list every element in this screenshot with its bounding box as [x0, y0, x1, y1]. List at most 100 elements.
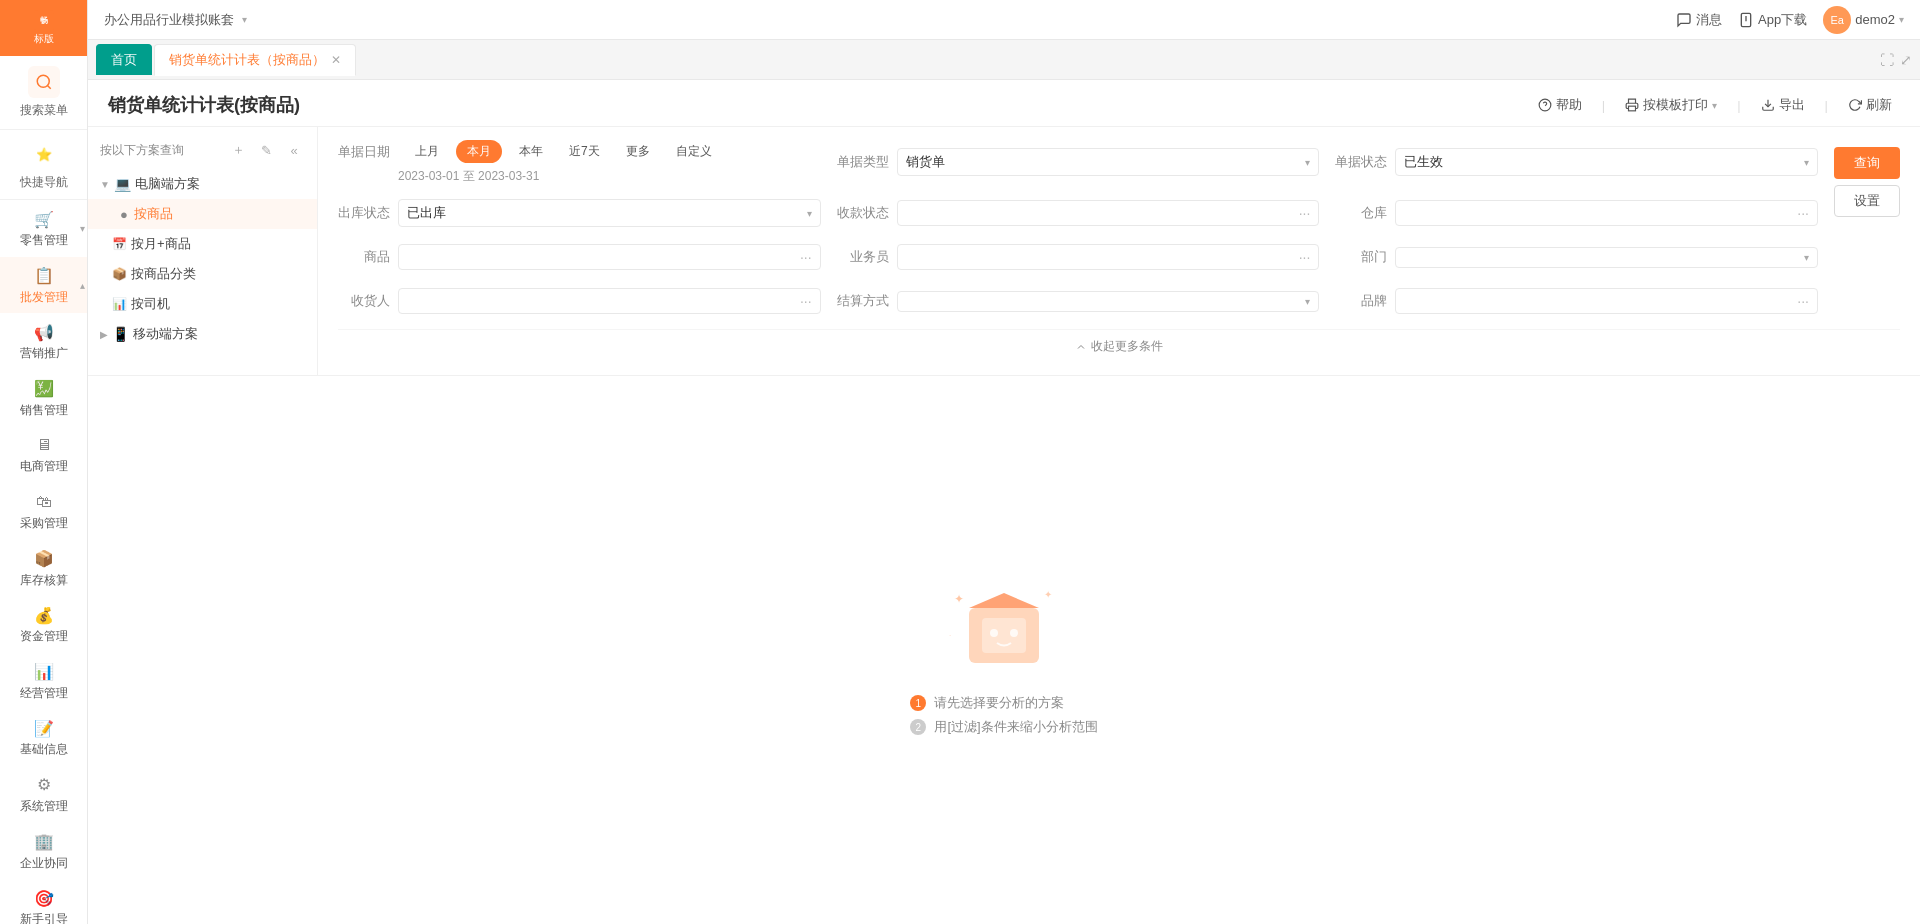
app-dropdown-arrow[interactable]: ▾: [242, 14, 247, 25]
out-status-select[interactable]: 已出库 ▾: [398, 199, 821, 227]
retail-arrow: ▾: [80, 223, 85, 234]
scheme-edit-icon[interactable]: ✎: [255, 139, 277, 161]
svg-point-12: [1010, 629, 1018, 637]
doc-status-select[interactable]: 已生效 ▾: [1395, 148, 1818, 176]
sidebar-item-system[interactable]: ⚙ 系统管理: [0, 766, 87, 823]
quick-nav-item[interactable]: ⭐ 快捷导航: [0, 130, 87, 200]
sidebar: 畅 标版 搜索菜单 ⭐ 快捷导航 🛒 零售管理 ▾ 📋 批发管理 ▴ 📢 营销推…: [0, 0, 88, 924]
page-content: 销货单统计计表(按商品) 帮助 | 按模板打印 ▾ | 导出 |: [88, 80, 1920, 924]
salesperson-select[interactable]: ···: [897, 244, 1320, 270]
doc-status-label: 单据状态: [1335, 153, 1395, 171]
settlement-select[interactable]: ▾: [897, 291, 1320, 312]
scheme-item-by-cashier[interactable]: 📊 按司机: [88, 289, 317, 319]
settlement-dropdown-icon: ▾: [1305, 296, 1310, 307]
out-status-value: 已出库: [407, 204, 803, 222]
purchase-icon: 🛍: [33, 491, 55, 513]
refresh-icon: [1848, 98, 1862, 112]
sidebar-item-basic[interactable]: 📝 基础信息: [0, 709, 87, 766]
sidebar-item-inventory[interactable]: 📦 库存核算: [0, 540, 87, 597]
date-this-month[interactable]: 本月: [456, 140, 502, 163]
date-last-month[interactable]: 上月: [406, 139, 448, 164]
scheme-item-by-product[interactable]: ● 按商品: [88, 199, 317, 229]
scheme-group-mobile-header[interactable]: ▶ 📱 移动端方案: [88, 319, 317, 349]
sidebar-item-retail[interactable]: 🛒 零售管理 ▾: [0, 200, 87, 257]
export-btn[interactable]: 导出: [1753, 92, 1813, 118]
tab-sales-stat[interactable]: 销货单统计计表（按商品） ✕: [154, 44, 356, 76]
product-select[interactable]: ···: [398, 244, 821, 270]
app-download-btn[interactable]: App下载: [1738, 11, 1807, 29]
sidebar-item-enterprise[interactable]: 🏢 企业协同: [0, 823, 87, 880]
operation-icon: 📊: [33, 661, 55, 683]
hint2-text: 用[过滤]条件来缩小分析范围: [934, 718, 1097, 736]
scheme-group-desktop-header[interactable]: ▼ 💻 电脑端方案: [88, 169, 317, 199]
by-product-label: 按商品: [134, 205, 173, 223]
cashier-icon: 📊: [112, 297, 127, 311]
date-more[interactable]: 更多: [617, 139, 659, 164]
message-btn[interactable]: 消息: [1676, 11, 1722, 29]
scheme-add-icon[interactable]: ＋: [227, 139, 249, 161]
print-btn[interactable]: 按模板打印 ▾: [1617, 92, 1725, 118]
sidebar-item-wholesale[interactable]: 📋 批发管理 ▴: [0, 257, 87, 314]
scheme-panel: 按以下方案查询 ＋ ✎ « ▼ 💻 电脑端方案 ●: [88, 127, 318, 375]
help-btn[interactable]: 帮助: [1530, 92, 1590, 118]
doc-status-value: 已生效: [1404, 153, 1800, 171]
hint2-dot: 2: [910, 719, 926, 735]
brand-select[interactable]: ···: [1395, 288, 1818, 314]
refresh-btn[interactable]: 刷新: [1840, 92, 1900, 118]
filter-settlement-field: 结算方式 ▾: [837, 285, 1320, 317]
settings-button[interactable]: 设置: [1834, 185, 1900, 217]
warehouse-select[interactable]: ···: [1395, 200, 1818, 226]
category-icon: 📦: [112, 267, 127, 281]
filter-salesperson-field: 业务员 ···: [837, 241, 1320, 273]
user-area[interactable]: Ea demo2 ▾: [1823, 6, 1904, 34]
tab-fullscreen-icon[interactable]: ⤢: [1900, 52, 1912, 68]
scheme-group-desktop: ▼ 💻 电脑端方案 ● 按商品 📅 按月+商品 📦 按商品分类: [88, 169, 317, 319]
sidebar-item-marketing[interactable]: 📢 营销推广: [0, 313, 87, 370]
doc-type-control: 销货单 ▾: [897, 148, 1320, 176]
finance-icon: 💰: [33, 604, 55, 626]
sidebar-item-purchase[interactable]: 🛍 采购管理: [0, 483, 87, 540]
tab-close-icon[interactable]: ✕: [331, 53, 341, 67]
payment-dots-icon[interactable]: ···: [1299, 205, 1311, 221]
ecommerce-label: 电商管理: [20, 459, 68, 475]
sidebar-item-operation[interactable]: 📊 经营管理: [0, 653, 87, 710]
scheme-collapse-icon[interactable]: «: [283, 139, 305, 161]
retail-icon: 🛒: [33, 208, 55, 230]
date-custom[interactable]: 自定义: [667, 139, 721, 164]
payment-status-select[interactable]: ···: [897, 200, 1320, 226]
consignee-dots-icon[interactable]: ···: [800, 293, 812, 309]
consignee-select[interactable]: ···: [398, 288, 821, 314]
salesperson-dots-icon[interactable]: ···: [1299, 249, 1311, 265]
department-select[interactable]: ▾: [1395, 247, 1818, 268]
tab-home[interactable]: 首页: [96, 44, 152, 75]
warehouse-dots-icon[interactable]: ···: [1797, 205, 1809, 221]
query-button[interactable]: 查询: [1834, 147, 1900, 179]
out-status-dropdown-icon: ▾: [807, 208, 812, 219]
filter-warehouse-field: 仓库 ···: [1335, 197, 1818, 229]
sidebar-item-newbie[interactable]: 🎯 新手引导: [0, 879, 87, 924]
product-dots-icon[interactable]: ···: [800, 249, 812, 265]
brand-dots-icon[interactable]: ···: [1797, 293, 1809, 309]
collapse-bar[interactable]: 收起更多条件: [338, 329, 1900, 363]
by-category-label: 按商品分类: [131, 265, 196, 283]
sidebar-item-ecommerce[interactable]: 🖥 电商管理: [0, 426, 87, 483]
date-7days[interactable]: 近7天: [560, 139, 609, 164]
filter-date-field: 单据日期 上月 本月 本年 近7天 更多 自定义: [338, 139, 821, 185]
sidebar-search-item[interactable]: 搜索菜单: [0, 56, 87, 130]
quick-nav-icon: ⭐: [28, 138, 60, 170]
filter-doc-type-field: 单据类型 销货单 ▾: [837, 146, 1320, 178]
scheme-item-by-month-product[interactable]: 📅 按月+商品: [88, 229, 317, 259]
search-label: 搜索菜单: [20, 102, 68, 119]
doc-type-select[interactable]: 销货单 ▾: [897, 148, 1320, 176]
print-dropdown-arrow[interactable]: ▾: [1712, 100, 1717, 111]
date-options: 上月 本月 本年 近7天 更多 自定义: [406, 139, 721, 164]
date-this-year[interactable]: 本年: [510, 139, 552, 164]
tab-maximize-icon[interactable]: ⛶: [1880, 52, 1894, 68]
sidebar-item-sales[interactable]: 💹 销售管理: [0, 370, 87, 427]
doc-status-control: 已生效 ▾: [1395, 148, 1818, 176]
newbie-icon: 🎯: [33, 887, 55, 909]
search-icon[interactable]: [28, 66, 60, 98]
scheme-item-by-category[interactable]: 📦 按商品分类: [88, 259, 317, 289]
doc-status-dropdown-icon: ▾: [1804, 157, 1809, 168]
sidebar-item-finance[interactable]: 💰 资金管理: [0, 596, 87, 653]
